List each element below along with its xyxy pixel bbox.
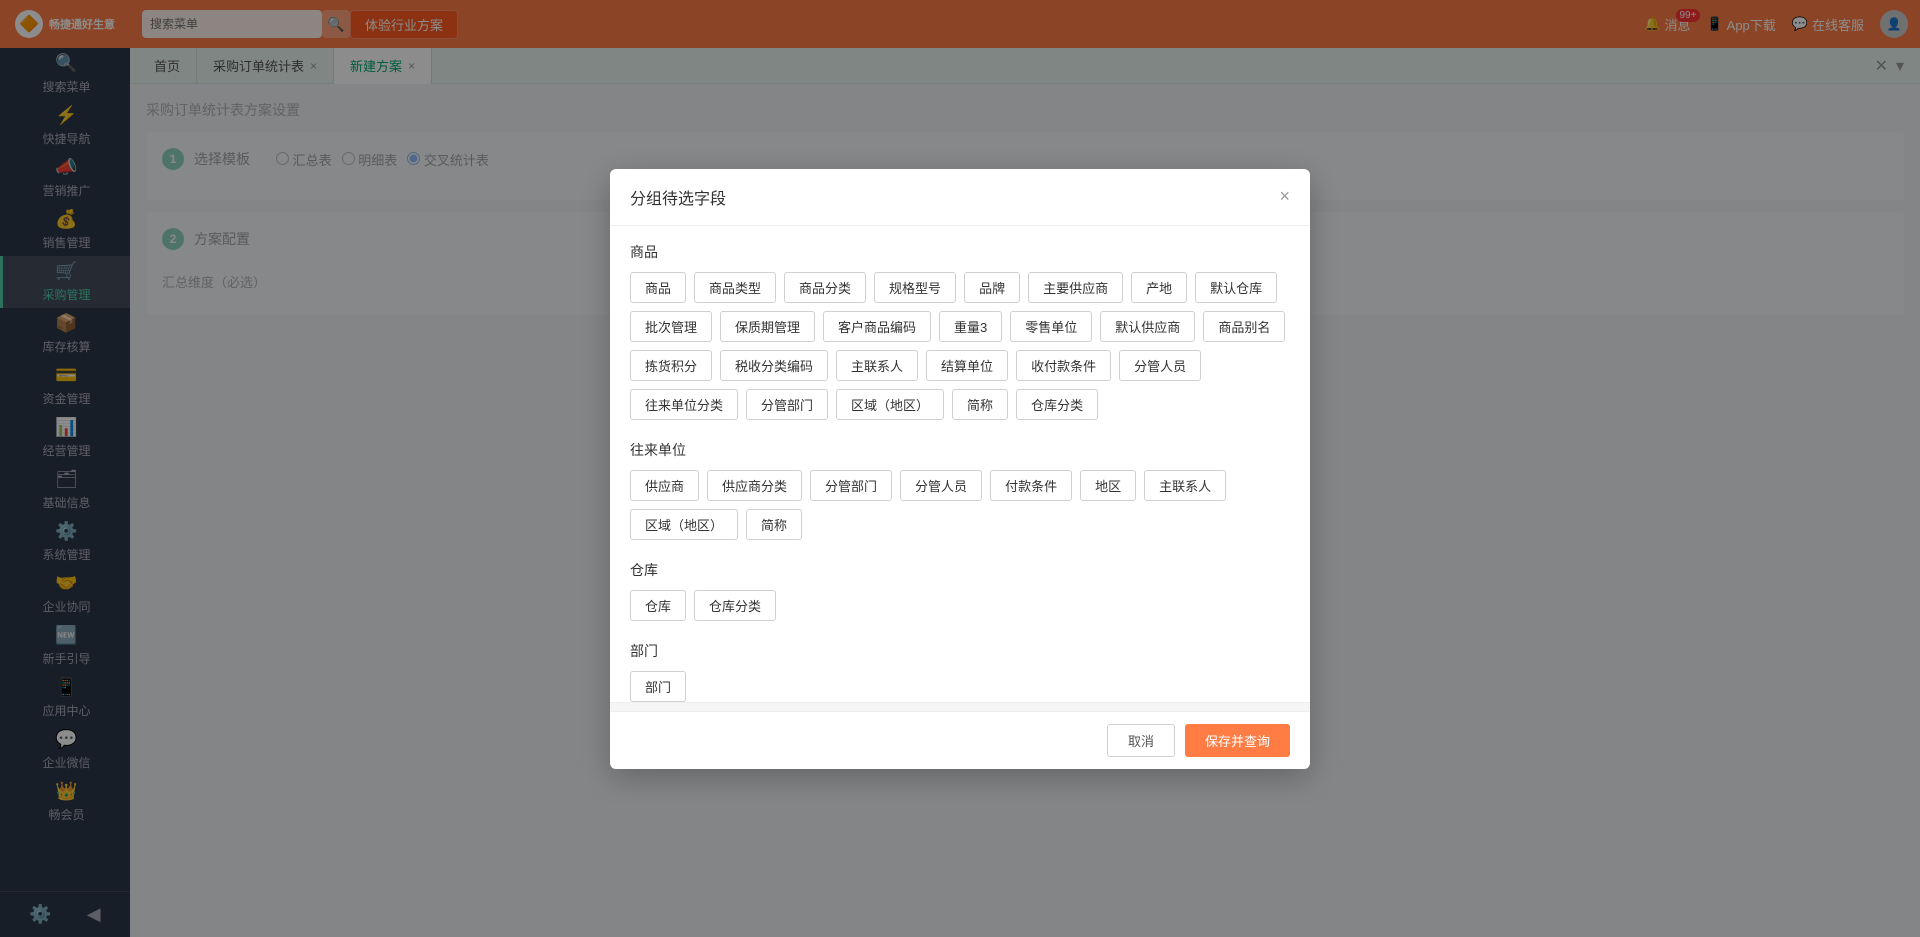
field-tags-goods: 商品商品类型商品分类规格型号品牌主要供应商产地默认仓库批次管理保质期管理客户商品… (630, 272, 1290, 420)
field-tag[interactable]: 付款条件 (990, 470, 1072, 501)
field-tag[interactable]: 区域（地区） (630, 509, 738, 540)
field-tag[interactable]: 商品 (630, 272, 686, 303)
field-tag[interactable]: 供应商 (630, 470, 699, 501)
field-tag[interactable]: 税收分类编码 (720, 350, 828, 381)
field-tags-partner: 供应商供应商分类分管部门分管人员付款条件地区主联系人区域（地区） 简称 (630, 470, 1290, 540)
field-tag[interactable]: 简称 (746, 509, 802, 540)
field-tag[interactable]: 默认仓库 (1195, 272, 1277, 303)
field-tag[interactable]: 保质期管理 (720, 311, 815, 342)
field-tag[interactable]: 分管人员 (900, 470, 982, 501)
field-tag[interactable]: 客户商品编码 (823, 311, 931, 342)
field-tags-department: 部门 (630, 671, 1290, 702)
overlay: 分组待选字段 × 商品商品商品类型商品分类规格型号品牌主要供应商产地默认仓库批次… (0, 0, 1920, 937)
dialog-title: 分组待选字段 (630, 185, 726, 209)
field-tag[interactable]: 简称 (952, 389, 1008, 420)
field-tag[interactable]: 区域（地区） (836, 389, 944, 420)
field-tag[interactable]: 重量3 (939, 311, 1002, 342)
field-tag[interactable]: 分管部门 (810, 470, 892, 501)
field-tag[interactable]: 品牌 (964, 272, 1020, 303)
category-label-partner: 往来单位 (630, 440, 1290, 460)
field-tag[interactable]: 往来单位分类 (630, 389, 738, 420)
field-tag[interactable]: 仓库分类 (694, 590, 776, 621)
category-label-goods: 商品 (630, 242, 1290, 262)
category-partner: 往来单位供应商供应商分类分管部门分管人员付款条件地区主联系人区域（地区） 简称 (630, 440, 1290, 540)
field-tag[interactable]: 产地 (1131, 272, 1187, 303)
field-tag[interactable]: 分管人员 (1119, 350, 1201, 381)
field-tag[interactable]: 部门 (630, 671, 686, 702)
field-tag[interactable]: 主联系人 (1144, 470, 1226, 501)
dialog-close-button[interactable]: × (1279, 186, 1290, 207)
field-tag[interactable]: 供应商分类 (707, 470, 802, 501)
field-tag[interactable]: 零售单位 (1010, 311, 1092, 342)
category-label-department: 部门 (630, 641, 1290, 661)
dialog-footer: 取消 保存并查询 (610, 711, 1310, 769)
field-tag[interactable]: 仓库 (630, 590, 686, 621)
field-tag[interactable]: 结算单位 (926, 350, 1008, 381)
dialog-header: 分组待选字段 × (610, 169, 1310, 226)
field-tag[interactable]: 商品类型 (694, 272, 776, 303)
field-tags-warehouse: 仓库仓库分类 (630, 590, 1290, 621)
dialog: 分组待选字段 × 商品商品商品类型商品分类规格型号品牌主要供应商产地默认仓库批次… (610, 169, 1310, 769)
field-tag[interactable]: 主要供应商 (1028, 272, 1123, 303)
field-tag[interactable]: 主联系人 (836, 350, 918, 381)
field-tag[interactable]: 商品别名 (1203, 311, 1285, 342)
field-tag[interactable]: 批次管理 (630, 311, 712, 342)
field-tag[interactable]: 仓库分类 (1016, 389, 1098, 420)
confirm-button[interactable]: 保存并查询 (1185, 724, 1290, 757)
field-tag[interactable]: 商品分类 (784, 272, 866, 303)
field-tag[interactable]: 拣货积分 (630, 350, 712, 381)
field-tag[interactable]: 默认供应商 (1100, 311, 1195, 342)
horizontal-scrollbar[interactable] (610, 702, 1310, 710)
field-tag[interactable]: 收付款条件 (1016, 350, 1111, 381)
field-tag[interactable]: 分管部门 (746, 389, 828, 420)
category-warehouse: 仓库仓库仓库分类 (630, 560, 1290, 621)
category-goods: 商品商品商品类型商品分类规格型号品牌主要供应商产地默认仓库批次管理保质期管理客户… (630, 242, 1290, 420)
field-tag[interactable]: 地区 (1080, 470, 1136, 501)
category-department: 部门部门 (630, 641, 1290, 702)
cancel-button[interactable]: 取消 (1107, 724, 1175, 757)
category-label-warehouse: 仓库 (630, 560, 1290, 580)
field-tag[interactable]: 规格型号 (874, 272, 956, 303)
dialog-body[interactable]: 商品商品商品类型商品分类规格型号品牌主要供应商产地默认仓库批次管理保质期管理客户… (610, 226, 1310, 703)
